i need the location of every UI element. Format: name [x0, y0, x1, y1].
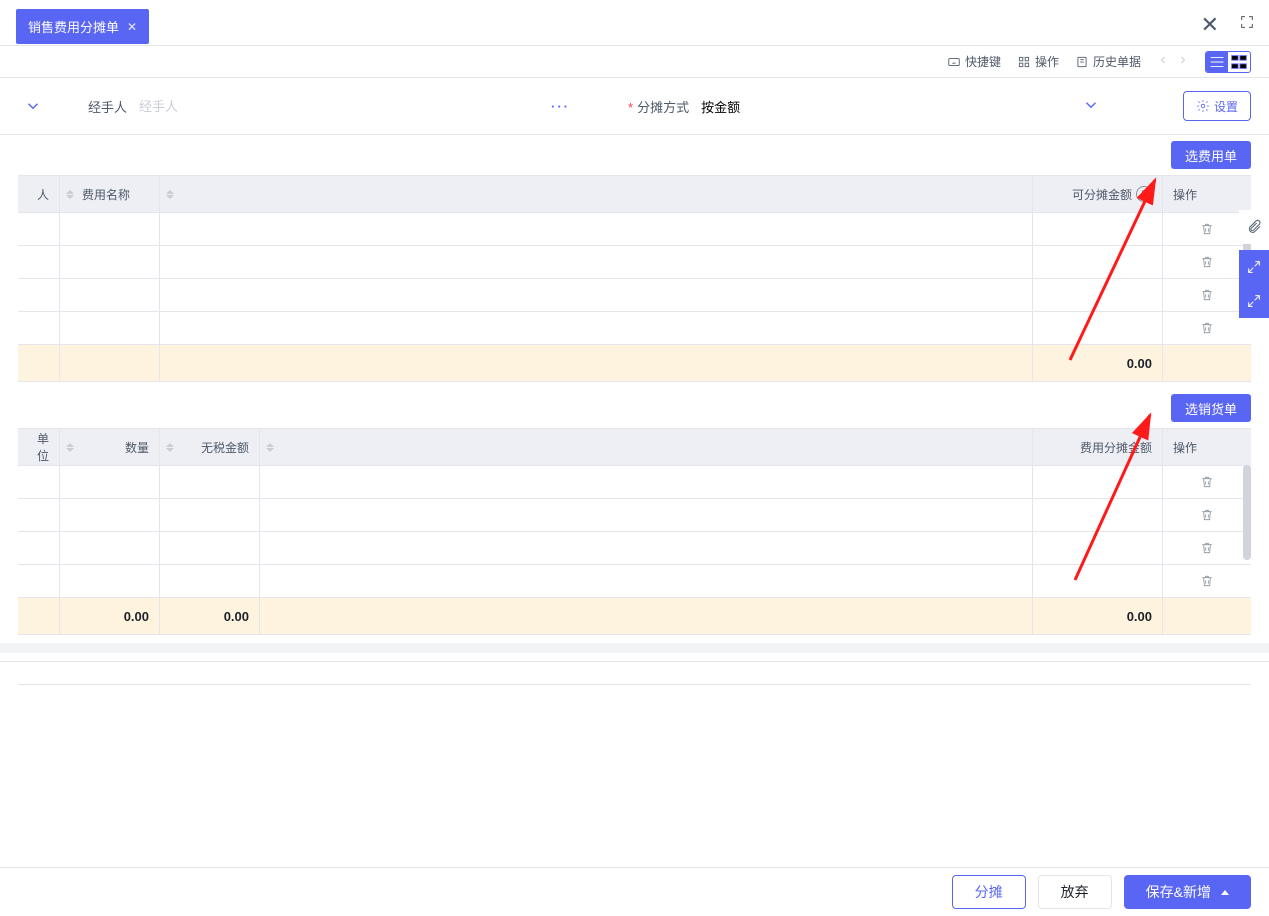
view-list-icon[interactable] [1206, 52, 1228, 72]
trash-icon[interactable] [1199, 320, 1215, 336]
close-app-icon[interactable]: ✕ [1201, 12, 1219, 38]
col-blank-sort[interactable] [260, 429, 1033, 465]
col-expense-name[interactable]: 费用名称 [60, 176, 160, 212]
expand-icon-2[interactable] [1239, 284, 1269, 318]
trash-icon[interactable] [1199, 573, 1215, 589]
col-alloc-amount: 可分摊金额? [1033, 176, 1163, 212]
info-icon[interactable]: ? [1136, 186, 1152, 202]
history-icon [1075, 55, 1089, 69]
col-op2: 操作 [1163, 429, 1251, 465]
col-qty[interactable]: 数量 [60, 429, 160, 465]
nav-next-icon[interactable] [1177, 54, 1189, 69]
attachment-icon[interactable] [1239, 210, 1269, 244]
trash-icon[interactable] [1199, 540, 1215, 556]
view-switch [1205, 51, 1251, 73]
toolbar-history[interactable]: 历史单据 [1075, 53, 1141, 70]
toolbar-shortcut[interactable]: 快捷键 [947, 53, 1001, 70]
trash-icon[interactable] [1199, 287, 1215, 303]
sum-alloc: 0.00 [1033, 345, 1163, 381]
chevron-up-icon [1221, 890, 1229, 895]
nav-prev-icon[interactable] [1157, 54, 1169, 69]
method-label: *分摊方式 [628, 97, 689, 116]
col-person: 人 [18, 176, 60, 212]
handler-input[interactable] [137, 98, 541, 115]
handler-label: 经手人 [88, 97, 127, 116]
fullscreen-icon[interactable] [1239, 14, 1255, 30]
select-expense-button[interactable]: 选费用单 [1171, 141, 1251, 169]
discard-button[interactable]: 放弃 [1038, 875, 1112, 909]
select-sales-button[interactable]: 选销货单 [1171, 394, 1251, 422]
col-notax[interactable]: 无税金额 [160, 429, 260, 465]
trash-icon[interactable] [1199, 221, 1215, 237]
tab-active[interactable]: 销售费用分摊单 ✕ [16, 9, 149, 44]
sum-qty: 0.00 [60, 598, 160, 634]
col-blank-sort[interactable] [160, 176, 1033, 212]
more-icon[interactable]: ··· [551, 99, 570, 114]
grid-icon [1017, 55, 1031, 69]
sum-alloc2: 0.00 [1033, 598, 1163, 634]
alloc-button[interactable]: 分摊 [952, 875, 1026, 909]
settings-button[interactable]: 设置 [1183, 91, 1251, 121]
col-unit: 单位 [18, 429, 60, 465]
sum-notax: 0.00 [160, 598, 260, 634]
toolbar-shortcut-label: 快捷键 [965, 53, 1001, 70]
trash-icon[interactable] [1199, 507, 1215, 523]
scrollbar-thumb[interactable] [1243, 465, 1251, 560]
expand-icon[interactable] [1239, 250, 1269, 284]
chevron-down-icon[interactable] [1082, 96, 1100, 117]
toolbar-history-label: 历史单据 [1093, 53, 1141, 70]
save-new-button[interactable]: 保存&新增 [1124, 875, 1251, 909]
trash-icon[interactable] [1199, 254, 1215, 270]
keyboard-icon [947, 55, 961, 69]
settings-label: 设置 [1214, 98, 1238, 115]
col-alloc2: 费用分摊金额 [1033, 429, 1163, 465]
tab-title: 销售费用分摊单 [28, 17, 119, 36]
chevron-down-icon[interactable] [18, 97, 48, 115]
close-icon[interactable]: ✕ [127, 20, 137, 34]
trash-icon[interactable] [1199, 474, 1215, 490]
remarks-area [0, 661, 1269, 737]
method-select[interactable] [699, 98, 1103, 115]
toolbar-operate[interactable]: 操作 [1017, 53, 1059, 70]
view-card-icon[interactable] [1228, 52, 1250, 72]
toolbar-operate-label: 操作 [1035, 53, 1059, 70]
col-op: 操作 [1163, 176, 1251, 212]
